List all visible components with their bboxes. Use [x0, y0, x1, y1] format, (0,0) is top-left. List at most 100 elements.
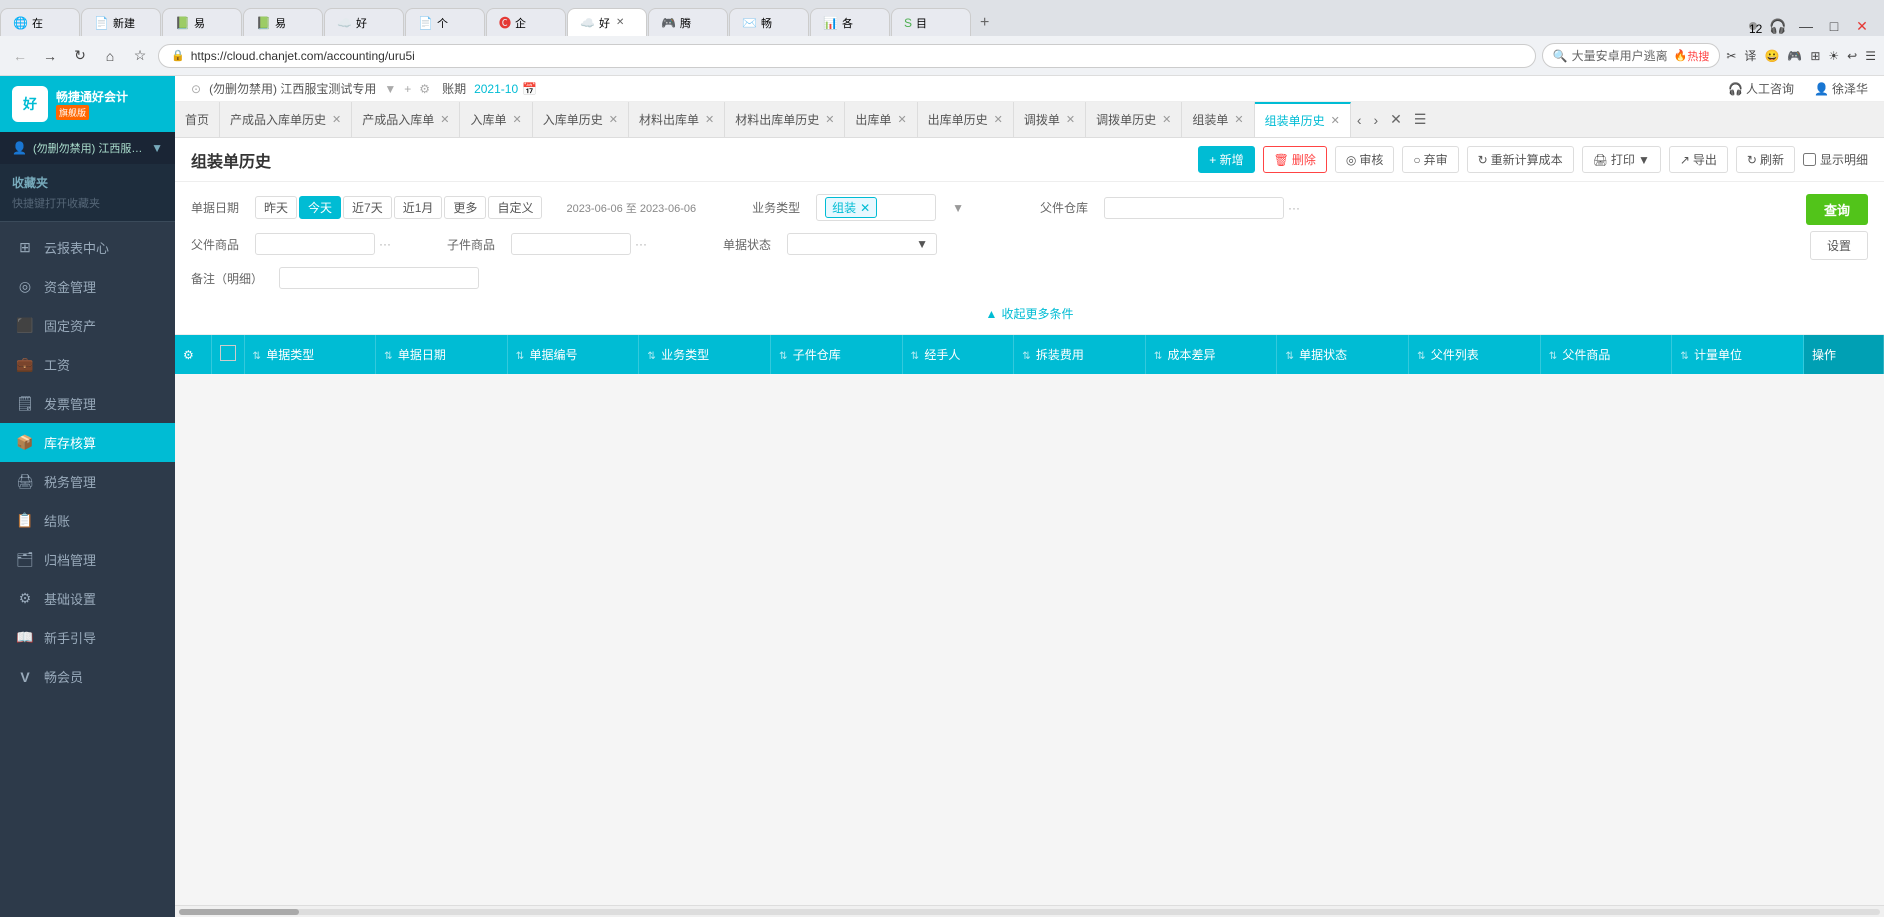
browser-tab-11[interactable]: 📊 各 — [810, 8, 890, 36]
parent-goods-input[interactable] — [255, 233, 375, 255]
sidebar-item-tax[interactable]: 🖨 税务管理 — [0, 462, 175, 501]
menu-icon[interactable]: ☰ — [1865, 49, 1876, 63]
tabs-next-btn[interactable]: › — [1368, 102, 1385, 138]
nav-tab-close-10[interactable]: ✕ — [1162, 113, 1171, 126]
search-box[interactable]: 🔍 大量安卓用户逃离 🔥 热搜 — [1542, 43, 1721, 68]
nav-tab-close-6[interactable]: ✕ — [825, 113, 834, 126]
biz-type-input[interactable]: 组装 ✕ — [816, 194, 936, 221]
child-goods-input[interactable] — [511, 233, 631, 255]
delete-btn[interactable]: 🗑 删除 — [1263, 146, 1327, 173]
browser-tab-1[interactable]: 🌐 在 — [0, 8, 80, 36]
sidebar-item-fixed-assets[interactable]: ⬛ 固定资产 — [0, 306, 175, 345]
minimize-btn[interactable]: — — [1796, 16, 1816, 36]
select-all-checkbox[interactable] — [220, 345, 236, 361]
nav-tab-out[interactable]: 出库单 ✕ — [845, 102, 917, 138]
display-detail-input[interactable] — [1803, 153, 1816, 166]
sidebar-item-salary[interactable]: 💼 工资 — [0, 345, 175, 384]
sidebar-account[interactable]: 👤 (勿删勿禁用) 江西服宝测试专用 ▼ — [0, 132, 175, 164]
more-btn[interactable]: 更多 — [444, 196, 486, 219]
add-account-btn[interactable]: + — [404, 82, 411, 96]
browser-tab-6[interactable]: 📄 个 — [405, 8, 485, 36]
review-btn[interactable]: ◎ 审核 — [1335, 146, 1395, 173]
parent-warehouse-input[interactable] — [1104, 197, 1284, 219]
period-value[interactable]: 2021-10 📅 — [474, 82, 537, 96]
tabs-prev-btn[interactable]: ‹ — [1351, 102, 1368, 138]
reload-btn[interactable]: ↻ — [68, 44, 92, 68]
maximize-btn[interactable]: □ — [1824, 16, 1844, 36]
browser-tab-3[interactable]: 📗 易 — [162, 8, 242, 36]
nav-tab-close-3[interactable]: ✕ — [513, 113, 522, 126]
yesterday-btn[interactable]: 昨天 — [255, 196, 297, 219]
parent-warehouse-more[interactable]: ··· — [1288, 201, 1300, 215]
browser-tab-8[interactable]: ☁️ 好 ✕ — [567, 8, 647, 36]
sidebar-item-invoice[interactable]: 🗒 发票管理 — [0, 384, 175, 423]
address-bar[interactable]: 🔒 https://cloud.chanjet.com/accounting/u… — [158, 44, 1536, 68]
scrollbar-thumb[interactable] — [179, 909, 299, 915]
today-btn[interactable]: 今天 — [299, 196, 341, 219]
browser-tab-9[interactable]: 🎮 腾 — [648, 8, 728, 36]
nav-tab-kit[interactable]: 组装单 ✕ — [1182, 102, 1254, 138]
forward-btn[interactable]: → — [38, 44, 62, 68]
nav-tab-close-4[interactable]: ✕ — [609, 113, 618, 126]
col-bill-status[interactable]: ⇅ 单据状态 — [1277, 335, 1409, 374]
tabs-close-btn[interactable]: ✕ — [1384, 102, 1408, 138]
settings-account-btn[interactable]: ⚙ — [419, 82, 430, 96]
browser-tab-10[interactable]: ✉️ 畅 — [729, 8, 809, 36]
biz-type-dropdown[interactable]: ▼ — [952, 201, 964, 215]
col-settings[interactable]: ⚙ — [175, 335, 211, 374]
col-bill-type[interactable]: ⇅ 单据类型 — [244, 335, 376, 374]
col-child-warehouse[interactable]: ⇅ 子件仓库 — [771, 335, 903, 374]
display-detail-checkbox[interactable]: 显示明细 — [1803, 151, 1868, 168]
export-btn[interactable]: ↗ 导出 — [1669, 146, 1728, 173]
nav-tab-close-7[interactable]: ✕ — [897, 113, 906, 126]
col-cost-diff[interactable]: ⇅ 成本差异 — [1145, 335, 1277, 374]
col-parent-list[interactable]: ⇅ 父件列表 — [1409, 335, 1541, 374]
abandon-btn[interactable]: ○ 弃审 — [1402, 146, 1458, 173]
child-goods-more[interactable]: ··· — [635, 237, 647, 251]
browser-tab-12[interactable]: S 目 — [891, 8, 971, 36]
nav-tab-close-2[interactable]: ✕ — [440, 113, 449, 126]
sidebar-item-guide[interactable]: 📖 新手引导 — [0, 618, 175, 657]
browser-tab-4[interactable]: 📗 易 — [243, 8, 323, 36]
nav-tab-prod-in-history[interactable]: 产成品入库单历史 ✕ — [220, 102, 352, 138]
nav-tab-close-5[interactable]: ✕ — [705, 113, 714, 126]
col-parent-goods[interactable]: ⇅ 父件商品 — [1540, 335, 1672, 374]
emoji-icon[interactable]: 😀 — [1764, 49, 1779, 63]
7days-btn[interactable]: 近7天 — [343, 196, 392, 219]
user-avatar[interactable]: 👤 徐泽华 — [1814, 80, 1868, 97]
col-bill-date[interactable]: ⇅ 单据日期 — [376, 335, 508, 374]
nav-tab-mat-out[interactable]: 材料出库单 ✕ — [629, 102, 725, 138]
browser-tab-7[interactable]: 🅒 企 — [486, 8, 566, 36]
nav-tab-assemble[interactable]: 调拨单 ✕ — [1014, 102, 1086, 138]
col-biz-type[interactable]: ⇅ 业务类型 — [639, 335, 771, 374]
refresh-btn[interactable]: ↻ 刷新 — [1736, 146, 1795, 173]
col-disassemble-fee[interactable]: ⇅ 拆装费用 — [1014, 335, 1146, 374]
print-btn[interactable]: 🖨 打印 ▼ — [1582, 146, 1661, 173]
nav-tab-out-history[interactable]: 出库单历史 ✕ — [918, 102, 1014, 138]
game-icon[interactable]: 🎮 — [1787, 49, 1802, 63]
new-tab-button[interactable]: + — [972, 10, 997, 36]
browser-tab-2[interactable]: 📄 新建 — [81, 8, 161, 36]
sidebar-item-archive[interactable]: 🗂 归档管理 — [0, 540, 175, 579]
tab-close-8[interactable]: ✕ — [616, 17, 624, 28]
account-dropdown-arrow[interactable]: ▼ — [384, 82, 396, 96]
tabs-menu-btn[interactable]: ☰ — [1408, 102, 1433, 138]
headphone-btn[interactable]: 🎧 — [1768, 16, 1788, 36]
nav-tab-close-1[interactable]: ✕ — [332, 113, 341, 126]
remark-input[interactable] — [279, 267, 479, 289]
1month-btn[interactable]: 近1月 — [394, 196, 443, 219]
nav-tab-stock-in-history[interactable]: 入库单历史 ✕ — [533, 102, 629, 138]
horizontal-scrollbar[interactable] — [175, 905, 1884, 917]
home-btn[interactable]: ⌂ — [98, 44, 122, 68]
nav-tab-close-11[interactable]: ✕ — [1234, 113, 1243, 126]
col-handler[interactable]: ⇅ 经手人 — [902, 335, 1014, 374]
custom-btn[interactable]: 自定义 — [488, 196, 542, 219]
bill-status-select[interactable]: ▼ — [787, 233, 937, 255]
sun-icon[interactable]: ☀ — [1828, 49, 1839, 63]
grid-icon[interactable]: ⊞ — [1810, 49, 1820, 63]
sidebar-item-inventory[interactable]: 📦 库存核算 — [0, 423, 175, 462]
sidebar-item-member[interactable]: V 畅会员 — [0, 657, 175, 696]
cut-icon[interactable]: ✂ — [1726, 49, 1736, 63]
nav-tab-close-12[interactable]: ✕ — [1331, 114, 1340, 127]
biz-type-tag-close[interactable]: ✕ — [860, 201, 870, 215]
